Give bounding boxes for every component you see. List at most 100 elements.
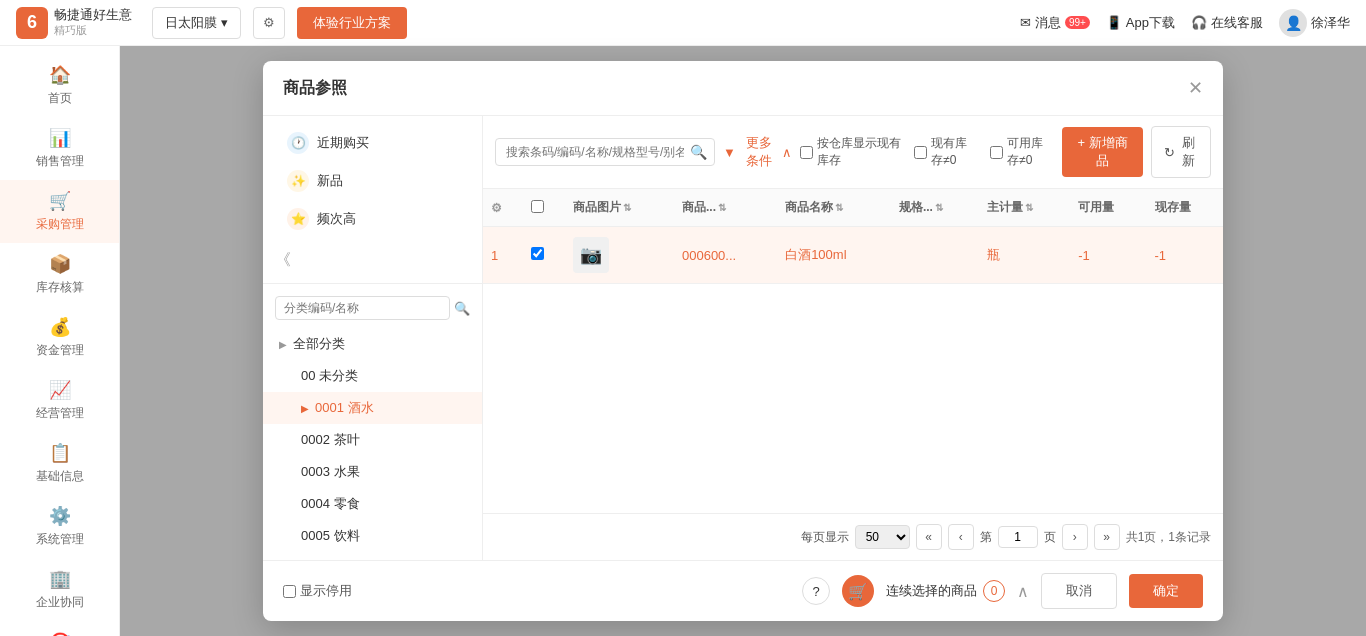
sidebar-item-operation[interactable]: 📈经营管理 <box>0 369 119 432</box>
product-search-wrap: 🔍 <box>495 138 715 166</box>
page-number-input[interactable] <box>998 526 1038 548</box>
col-stock: 现存量 <box>1147 189 1223 227</box>
sidebar-icon-inventory: 📦 <box>49 253 71 275</box>
checkbox-warehouse[interactable] <box>800 146 813 159</box>
selected-count-badge: 0 <box>983 580 1005 602</box>
sidebar-item-finance[interactable]: 💰资金管理 <box>0 306 119 369</box>
tree-item-0005[interactable]: 0005 饮料 <box>263 520 482 552</box>
logo-icon: 6 <box>16 7 48 39</box>
checkbox-warehouse-label[interactable]: 按仓库显示现有库存 <box>800 135 902 169</box>
sidebar-item-system[interactable]: ⚙️系统管理 <box>0 495 119 558</box>
messages-badge: 99+ <box>1065 16 1090 29</box>
sidebar-icon-home: 🏠 <box>49 64 71 86</box>
checkbox-usable-ne0-text: 可用库存≠0 <box>1007 135 1054 169</box>
cart-icon[interactable]: 🛒 <box>842 575 874 607</box>
sidebar-icon-sales: 📊 <box>49 127 71 149</box>
messages-button[interactable]: ✉ 消息 99+ <box>1020 14 1090 32</box>
product-search-input[interactable] <box>495 138 715 166</box>
select-all-checkbox[interactable] <box>531 200 544 213</box>
col-unit: 主计量⇅ <box>979 189 1070 227</box>
sidebar-item-home[interactable]: 🏠 首页 <box>0 54 119 117</box>
show-disabled-checkbox[interactable] <box>283 585 296 598</box>
sidebar-item-basic[interactable]: 📋基础信息 <box>0 432 119 495</box>
product-search-icon[interactable]: 🔍 <box>690 144 707 160</box>
tree-arrow-all: ▶ <box>279 339 287 350</box>
refresh-button[interactable]: ↻ 刷新 <box>1151 126 1211 178</box>
next-page-button[interactable]: › <box>1062 524 1088 550</box>
category-search-icon[interactable]: 🔍 <box>454 301 470 316</box>
main-layout: 🏠首页📊销售管理🛒采购管理📦库存核算💰资金管理📈经营管理📋基础信息⚙️系统管理🏢… <box>0 46 1366 636</box>
chevron-up-icon: ∧ <box>782 145 792 160</box>
quick-items: 🕐近期购买✨新品⭐频次高 <box>275 124 470 238</box>
modal-close-button[interactable]: ✕ <box>1188 77 1203 99</box>
quick-item-frequent[interactable]: ⭐频次高 <box>275 200 470 238</box>
add-product-button[interactable]: + 新增商品 <box>1062 127 1143 177</box>
quick-icon-recent: 🕐 <box>287 132 309 154</box>
row-checkbox-0[interactable] <box>531 247 544 260</box>
col-code: 商品...⇅ <box>674 189 777 227</box>
first-page-button[interactable]: « <box>916 524 942 550</box>
collapse-left-panel-button[interactable]: 《 <box>271 246 295 275</box>
sidebar-icon-basic: 📋 <box>49 442 71 464</box>
confirm-button[interactable]: 确定 <box>1129 574 1203 608</box>
sidebar-item-enterprise[interactable]: 🏢企业协同 <box>0 558 119 621</box>
show-disabled-label[interactable]: 显示停用 <box>283 582 352 600</box>
trial-button[interactable]: 体验行业方案 <box>297 7 407 39</box>
tree-item-0004[interactable]: 0004 零食 <box>263 488 482 520</box>
quick-select-section: 🕐近期购买✨新品⭐频次高 <box>263 124 482 246</box>
tree-item-all[interactable]: ▶全部分类 <box>263 328 482 360</box>
checkbox-available-ne0[interactable] <box>914 146 927 159</box>
tree-item-00[interactable]: 00 未分类 <box>263 360 482 392</box>
more-conditions-button[interactable]: ▼ 更多条件 ∧ <box>723 134 792 170</box>
col-available-label: 可用量 <box>1078 200 1114 214</box>
sidebar-item-purchase[interactable]: 🛒采购管理 <box>0 180 119 243</box>
sidebar-label-home: 首页 <box>48 90 72 107</box>
sort-unit-icon: ⇅ <box>1025 202 1033 213</box>
table-row[interactable]: 1 📷 000600... 白酒100ml 瓶 -1 -1 <box>483 227 1223 284</box>
prev-page-button[interactable]: ‹ <box>948 524 974 550</box>
logo-brand: 畅捷通好生意 <box>54 7 132 24</box>
sidebar-item-sales[interactable]: 📊 销售管理 <box>0 117 119 180</box>
sidebar-label-inventory: 库存核算 <box>36 279 84 296</box>
table-body: 1 📷 000600... 白酒100ml 瓶 -1 -1 <box>483 227 1223 284</box>
sidebar-label-finance: 资金管理 <box>36 342 84 359</box>
left-panel: 🕐近期购买✨新品⭐频次高 《 🔍 ▶全部分类00 未分类▶0001 酒水0002… <box>263 116 483 560</box>
settings-icon[interactable]: ⚙ <box>253 7 285 39</box>
collapse-footer-icon[interactable]: ∧ <box>1017 582 1029 601</box>
help-button[interactable]: ? <box>802 577 830 605</box>
checkbox-usable-ne0-label[interactable]: 可用库存≠0 <box>990 135 1054 169</box>
app-download-button[interactable]: 📱 App下载 <box>1106 14 1175 32</box>
divider <box>263 283 482 284</box>
table-settings-icon[interactable]: ⚙ <box>491 201 502 215</box>
checkbox-usable-ne0[interactable] <box>990 146 1003 159</box>
tree-item-0002[interactable]: 0002 茶叶 <box>263 424 482 456</box>
col-gear[interactable]: ⚙ <box>483 189 523 227</box>
user-avatar[interactable]: 👤 徐泽华 <box>1279 9 1350 37</box>
tree-item-0003[interactable]: 0003 水果 <box>263 456 482 488</box>
continuous-select-area: 连续选择的商品 0 <box>886 580 1005 602</box>
cell-spec-0 <box>891 227 979 284</box>
table-header: ⚙ 商品图片⇅ 商品...⇅ 商品名称⇅ 规格...⇅ 主计量⇅ 可用量 现存 <box>483 189 1223 227</box>
sidebar-label-purchase: 采购管理 <box>36 216 84 233</box>
nav-dropdown-store[interactable]: 日太阳膜 ▾ <box>152 7 241 39</box>
tree-item-0001[interactable]: ▶0001 酒水 <box>263 392 482 424</box>
product-reference-modal: 商品参照 ✕ 🕐近期购买✨新品⭐频次高 《 🔍 <box>263 61 1223 621</box>
sort-code-icon: ⇅ <box>718 202 726 213</box>
tree-label-0001: 0001 酒水 <box>315 399 374 417</box>
cancel-button[interactable]: 取消 <box>1041 573 1117 609</box>
category-search-input[interactable] <box>275 296 450 320</box>
product-table-wrap: ⚙ 商品图片⇅ 商品...⇅ 商品名称⇅ 规格...⇅ 主计量⇅ 可用量 现存 <box>483 189 1223 513</box>
tree-label-0004: 0004 零食 <box>301 495 360 513</box>
sidebar-item-inventory[interactable]: 📦 库存核算 <box>0 243 119 306</box>
quick-icon-new: ✨ <box>287 170 309 192</box>
last-page-button[interactable]: » <box>1094 524 1120 550</box>
messages-label: 消息 <box>1035 14 1061 32</box>
sidebar-item-guide[interactable]: 🎯新手引导 <box>0 621 119 636</box>
sidebar-label-sales: 销售管理 <box>36 153 84 170</box>
cell-checkbox-0[interactable] <box>523 227 566 284</box>
page-size-select[interactable]: 50 10 20 100 <box>855 525 910 549</box>
quick-item-recent[interactable]: 🕐近期购买 <box>275 124 470 162</box>
checkbox-available-ne0-label[interactable]: 现有库存≠0 <box>914 135 978 169</box>
quick-item-new[interactable]: ✨新品 <box>275 162 470 200</box>
online-service-button[interactable]: 🎧 在线客服 <box>1191 14 1263 32</box>
